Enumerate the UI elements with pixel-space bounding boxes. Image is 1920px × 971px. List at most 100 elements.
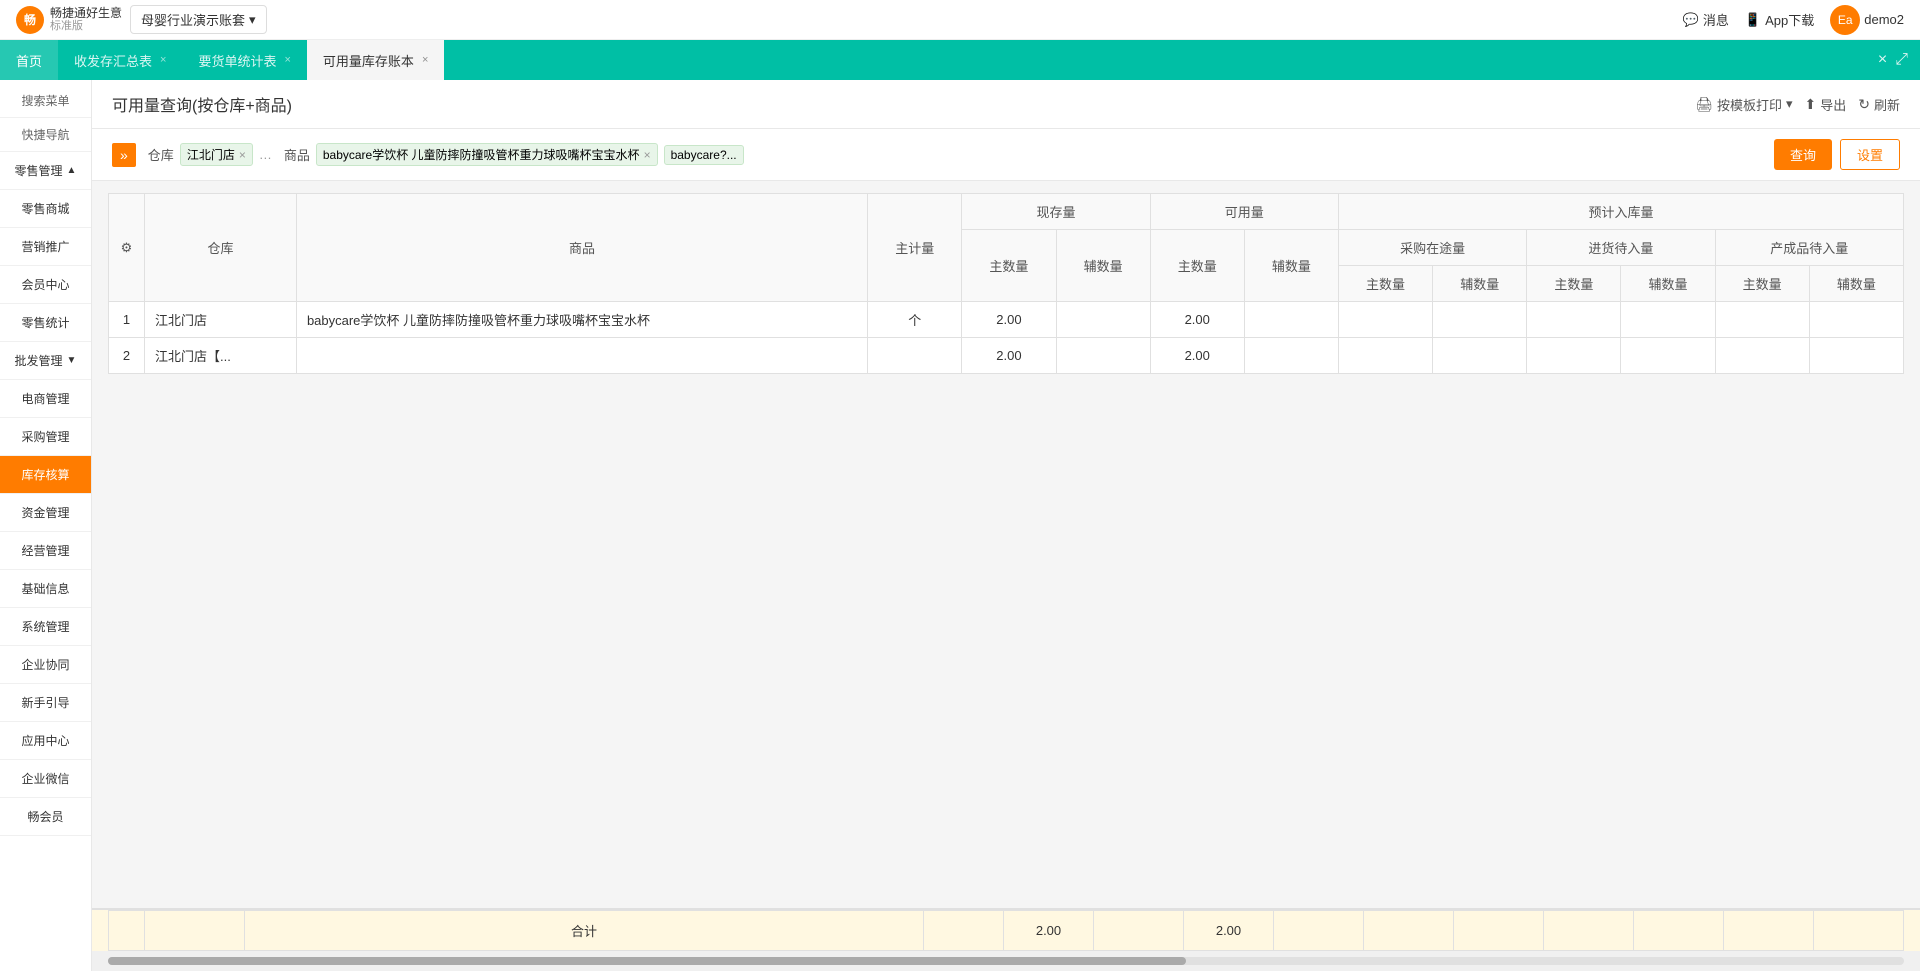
- warehouse-tag[interactable]: 江北门店 ×: [180, 143, 253, 166]
- sidebar-item-retail-management[interactable]: 零售管理 ▲: [0, 152, 91, 190]
- product-label: 商品: [284, 145, 310, 164]
- sidebar-item-finance[interactable]: 资金管理: [0, 494, 91, 532]
- row-pp-aux: [1621, 302, 1715, 338]
- sidebar-quick-nav[interactable]: 快捷导航: [0, 118, 91, 152]
- row-unit: [868, 338, 962, 374]
- sidebar-item-purchase[interactable]: 采购管理: [0, 418, 91, 456]
- brand-icon: 畅: [16, 6, 44, 34]
- sidebar-item-enterprise[interactable]: 企业协同: [0, 646, 91, 684]
- row-stock-main: 2.00: [962, 338, 1056, 374]
- row-unit: 个: [868, 302, 962, 338]
- refresh-icon: ↻: [1858, 96, 1870, 113]
- tab-available-stock[interactable]: 可用量库存账本 ×: [307, 40, 444, 80]
- sidebar-item-guide[interactable]: 新手引导: [0, 684, 91, 722]
- sidebar-item-ecommerce[interactable]: 电商管理: [0, 380, 91, 418]
- th-purchase-pending: 进货待入量: [1527, 230, 1715, 266]
- th-settings[interactable]: ⚙: [109, 194, 145, 302]
- tab-receivable-close[interactable]: ×: [160, 54, 166, 66]
- chevron-down-icon: ▾: [249, 12, 256, 28]
- filter-expand-button[interactable]: »: [112, 143, 136, 167]
- row-num: 2: [109, 338, 145, 374]
- sidebar-item-system[interactable]: 系统管理: [0, 608, 91, 646]
- th-stock-main: 主数量: [962, 230, 1056, 302]
- refresh-button[interactable]: ↻ 刷新: [1858, 95, 1900, 114]
- top-bar: 畅 畅捷通好生意 标准版 母婴行业演示账套 ▾ 💬 消息 📱 App下载 Ea …: [0, 0, 1920, 40]
- th-avail-aux: 辅数量: [1244, 230, 1338, 302]
- th-available: 可用量: [1150, 194, 1338, 230]
- sidebar-item-marketing[interactable]: 营销推广: [0, 228, 91, 266]
- tab-window-actions: × ⤢: [1866, 40, 1920, 80]
- th-pp-aux: 辅数量: [1621, 266, 1715, 302]
- th-prp-aux: 辅数量: [1809, 266, 1903, 302]
- scrollbar-track: [108, 957, 1904, 965]
- export-button[interactable]: ⬆ 导出: [1805, 95, 1847, 114]
- row-prp-aux: [1809, 302, 1903, 338]
- tab-order-close[interactable]: ×: [284, 54, 290, 66]
- row-pt-main: [1338, 338, 1432, 374]
- app-download-button[interactable]: 📱 App下载: [1745, 10, 1814, 29]
- sidebar-item-retail-stats[interactable]: 零售统计: [0, 304, 91, 342]
- row-avail-main: 2.00: [1150, 338, 1244, 374]
- warehouse-filter: 仓库 江北门店 × …: [148, 143, 272, 166]
- table-container: ⚙ 仓库 商品 主计量 现存量 可用量 预计入库量 主数量 辅数量 主数量 辅数…: [92, 181, 1920, 908]
- warehouse-more[interactable]: …: [259, 147, 272, 162]
- template-print-button[interactable]: 🖨 按模板打印 ▾: [1695, 95, 1792, 114]
- product-tag-1[interactable]: babycare学饮杯 儿童防摔防撞吸管杯重力球吸嘴杯宝宝水杯 ×: [316, 143, 658, 166]
- th-forecast: 预计入库量: [1338, 194, 1903, 230]
- scrollbar-thumb[interactable]: [108, 957, 1186, 965]
- th-avail-main: 主数量: [1150, 230, 1244, 302]
- th-pt-aux: 辅数量: [1433, 266, 1527, 302]
- product-tag-1-remove[interactable]: ×: [644, 148, 651, 162]
- scrollbar-area: [92, 951, 1920, 971]
- tab-receivable-summary[interactable]: 收发存汇总表 ×: [58, 40, 182, 80]
- tab-available-close[interactable]: ×: [422, 54, 428, 66]
- summary-stock-main: 2.00: [1004, 911, 1094, 951]
- sidebar-item-wechat[interactable]: 企业微信: [0, 760, 91, 798]
- tab-order-label: 要货单统计表: [198, 51, 276, 70]
- sidebar-item-member-center[interactable]: 会员中心: [0, 266, 91, 304]
- nav-tabs: 首页 收发存汇总表 × 要货单统计表 × 可用量库存账本 × × ⤢: [0, 40, 1920, 80]
- maximize-icon[interactable]: ⤢: [1895, 51, 1908, 69]
- summary-row: 合计 2.00 2.00: [92, 908, 1920, 951]
- sidebar-search[interactable]: 搜索菜单: [0, 80, 91, 118]
- sidebar-item-retail-mall[interactable]: 零售商城: [0, 190, 91, 228]
- product-tag-2[interactable]: babycare?...: [664, 145, 744, 165]
- th-stock-aux: 辅数量: [1056, 230, 1150, 302]
- filter-bar: » 仓库 江北门店 × … 商品 babycare学饮杯 儿童防摔防撞吸管杯重力…: [92, 129, 1920, 181]
- th-stock: 现存量: [962, 194, 1150, 230]
- row-warehouse: 江北门店【...: [145, 338, 297, 374]
- th-prp-main: 主数量: [1715, 266, 1809, 302]
- tab-home[interactable]: 首页: [0, 40, 58, 80]
- warehouse-tag-remove[interactable]: ×: [239, 148, 246, 162]
- row-stock-aux: [1056, 338, 1150, 374]
- sidebar-item-operations[interactable]: 经营管理: [0, 532, 91, 570]
- row-pp-main: [1527, 302, 1621, 338]
- sidebar-item-wholesale[interactable]: 批发管理 ▼: [0, 342, 91, 380]
- content-panel: 可用量查询(按仓库+商品) 🖨 按模板打印 ▾ ⬆ 导出 ↻ 刷新 »: [92, 80, 1920, 971]
- summary-avail-main: 2.00: [1184, 911, 1274, 951]
- row-avail-aux: [1244, 338, 1338, 374]
- close-all-icon[interactable]: ×: [1878, 51, 1887, 69]
- tab-order-stats[interactable]: 要货单统计表 ×: [182, 40, 306, 80]
- message-icon: 💬: [1683, 12, 1699, 28]
- query-button[interactable]: 查询: [1774, 139, 1832, 170]
- user-menu[interactable]: Ea demo2: [1830, 5, 1904, 35]
- sidebar-item-member[interactable]: 畅会员: [0, 798, 91, 836]
- th-pt-main: 主数量: [1338, 266, 1432, 302]
- row-stock-aux: [1056, 302, 1150, 338]
- page-header: 可用量查询(按仓库+商品) 🖨 按模板打印 ▾ ⬆ 导出 ↻ 刷新: [92, 80, 1920, 129]
- row-product: babycare学饮杯 儿童防摔防撞吸管杯重力球吸嘴杯宝宝水杯: [296, 302, 867, 338]
- settings-button[interactable]: 设置: [1840, 139, 1900, 170]
- sidebar-item-basic-info[interactable]: 基础信息: [0, 570, 91, 608]
- th-pp-main: 主数量: [1527, 266, 1621, 302]
- sidebar-item-inventory[interactable]: 库存核算: [0, 456, 91, 494]
- th-unit: 主计量: [868, 194, 962, 302]
- row-pt-aux: [1433, 302, 1527, 338]
- summary-table: 合计 2.00 2.00: [108, 910, 1904, 951]
- row-num: 1: [109, 302, 145, 338]
- industry-selector[interactable]: 母婴行业演示账套 ▾: [130, 5, 267, 34]
- message-button[interactable]: 💬 消息: [1683, 10, 1729, 29]
- main-area: 搜索菜单 快捷导航 零售管理 ▲ 零售商城 营销推广 会员中心 零售统计 批发管…: [0, 80, 1920, 971]
- avatar: Ea: [1830, 5, 1860, 35]
- sidebar-item-apps[interactable]: 应用中心: [0, 722, 91, 760]
